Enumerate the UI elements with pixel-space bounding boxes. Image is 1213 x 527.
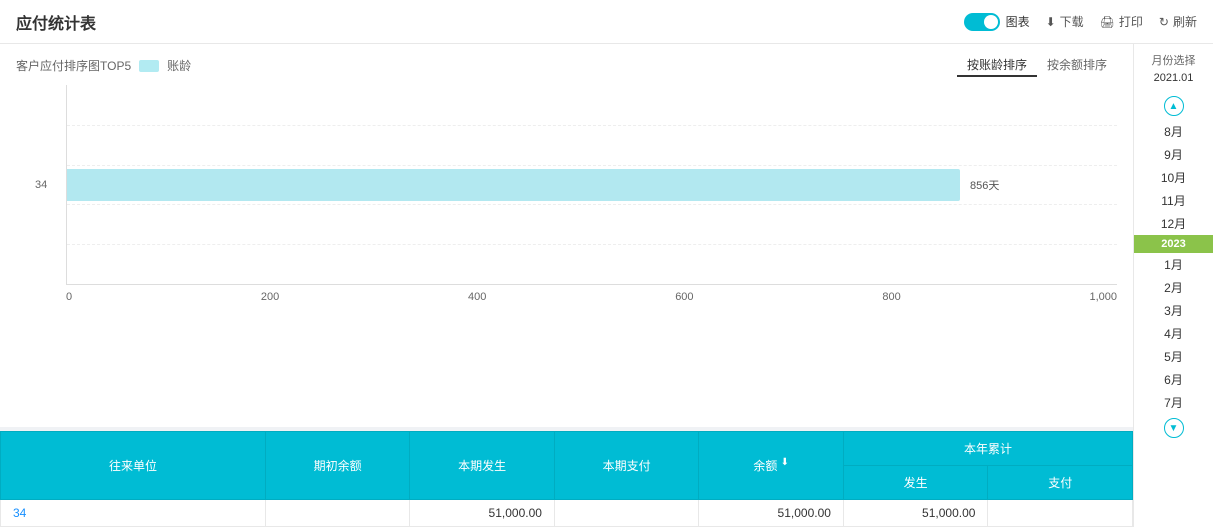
bar-chart: 34 856天 0 200 400 600 800 1,0 [16, 85, 1117, 345]
th-col6-sub1: 发生 [843, 466, 988, 500]
y-axis-label: 34 [35, 179, 47, 191]
th-col6: 本年累计 [843, 432, 1132, 466]
bar-end-label: 856天 [970, 177, 999, 193]
th-col2: 期初余额 [265, 432, 410, 500]
td-col3: 51,000.00 [410, 500, 555, 527]
x-label-600: 600 [675, 291, 693, 303]
td-col6-sub2 [988, 500, 1133, 527]
legend-label: 客户应付排序图TOP5 [16, 57, 131, 74]
sidebar-title: 月份选择 [1152, 52, 1196, 68]
table-header-row: 往来单位 期初余额 本期发生 本期支付 余额 ⬇ 本年累计 [1, 432, 1133, 466]
month-item-1[interactable]: 1月 [1134, 253, 1213, 276]
month-item-8[interactable]: 8月 [1134, 120, 1213, 143]
th-col1: 往来单位 [1, 432, 266, 500]
month-item-12[interactable]: 12月 [1134, 212, 1213, 235]
th-col6-sub2: 支付 [988, 466, 1133, 500]
x-axis: 0 200 400 600 800 1,000 [66, 291, 1117, 303]
legend-box-label: 账龄 [167, 57, 191, 74]
header-actions: 图表 ⬇ 下载 🖨 打印 ↻ 刷新 [964, 13, 1197, 31]
x-label-0: 0 [66, 291, 72, 303]
month-item-5[interactable]: 5月 [1134, 345, 1213, 368]
sort-by-amount-tab[interactable]: 按余额排序 [1037, 54, 1117, 77]
x-label-200: 200 [261, 291, 279, 303]
month-item-4[interactable]: 4月 [1134, 322, 1213, 345]
print-button[interactable]: 🖨 打印 [1100, 13, 1143, 30]
x-label-1000: 1,000 [1089, 291, 1117, 303]
print-icon: 🖨 [1100, 15, 1115, 29]
year-2023-label: 2023 [1134, 235, 1213, 253]
month-item-2[interactable]: 2月 [1134, 276, 1213, 299]
th-col3: 本期发生 [410, 432, 555, 500]
download-icon: ⬇ [1046, 15, 1056, 29]
td-col4 [554, 500, 699, 527]
chart-header: 客户应付排序图TOP5 账龄 按账龄排序 按余额排序 [16, 54, 1117, 77]
th-col4: 本期支付 [554, 432, 699, 500]
table-row: 34 51,000.00 51,000.00 51,000.00 [1, 500, 1133, 527]
x-label-400: 400 [468, 291, 486, 303]
right-sidebar: 月份选择 2021.01 ▲ 8月 9月 10月 11月 12月 2023 1月… [1133, 44, 1213, 527]
chart-section: 客户应付排序图TOP5 账龄 按账龄排序 按余额排序 [0, 44, 1133, 427]
page-title: 应付统计表 [16, 10, 96, 34]
chart-plot: 34 856天 [66, 85, 1117, 285]
download-button[interactable]: ⬇ 下载 [1046, 13, 1084, 30]
data-table: 往来单位 期初余额 本期发生 本期支付 余额 ⬇ 本年累计 发生 [0, 431, 1133, 527]
table-section: 往来单位 期初余额 本期发生 本期支付 余额 ⬇ 本年累计 发生 [0, 431, 1133, 527]
month-item-10[interactable]: 10月 [1134, 166, 1213, 189]
td-col6-sub1: 51,000.00 [843, 500, 988, 527]
x-label-800: 800 [882, 291, 900, 303]
sort-tabs: 按账龄排序 按余额排序 [957, 54, 1117, 77]
main-panel: 客户应付排序图TOP5 账龄 按账龄排序 按余额排序 [0, 44, 1133, 527]
th-col5: 余额 ⬇ [699, 432, 844, 500]
nav-down-button[interactable]: ▼ [1164, 418, 1184, 438]
legend-box [139, 60, 159, 72]
month-item-3[interactable]: 3月 [1134, 299, 1213, 322]
chart-legend: 客户应付排序图TOP5 账龄 [16, 57, 191, 74]
header: 应付统计表 图表 ⬇ 下载 🖨 打印 ↻ 刷新 [0, 0, 1213, 44]
chart-bar [67, 169, 960, 201]
month-item-6[interactable]: 6月 [1134, 368, 1213, 391]
td-col1: 34 [1, 500, 266, 527]
td-col5: 51,000.00 [699, 500, 844, 527]
month-list: 8月 9月 10月 11月 12月 2023 1月 2月 3月 4月 5月 6月… [1134, 120, 1213, 414]
month-item-7[interactable]: 7月 [1134, 391, 1213, 414]
col1-link[interactable]: 34 [13, 506, 26, 520]
month-item-11[interactable]: 11月 [1134, 189, 1213, 212]
chart-toggle-wrap: 图表 [964, 13, 1030, 31]
td-col2 [265, 500, 410, 527]
sidebar-current: 2021.01 [1154, 72, 1194, 84]
content-area: 客户应付排序图TOP5 账龄 按账龄排序 按余额排序 [0, 44, 1213, 527]
month-item-9[interactable]: 9月 [1134, 143, 1213, 166]
refresh-button[interactable]: ↻ 刷新 [1159, 13, 1197, 30]
nav-up-button[interactable]: ▲ [1164, 96, 1184, 116]
refresh-icon: ↻ [1159, 15, 1169, 29]
chart-toggle[interactable] [964, 13, 1000, 31]
sort-by-balance-tab[interactable]: 按账龄排序 [957, 54, 1037, 77]
toggle-label: 图表 [1006, 13, 1030, 30]
